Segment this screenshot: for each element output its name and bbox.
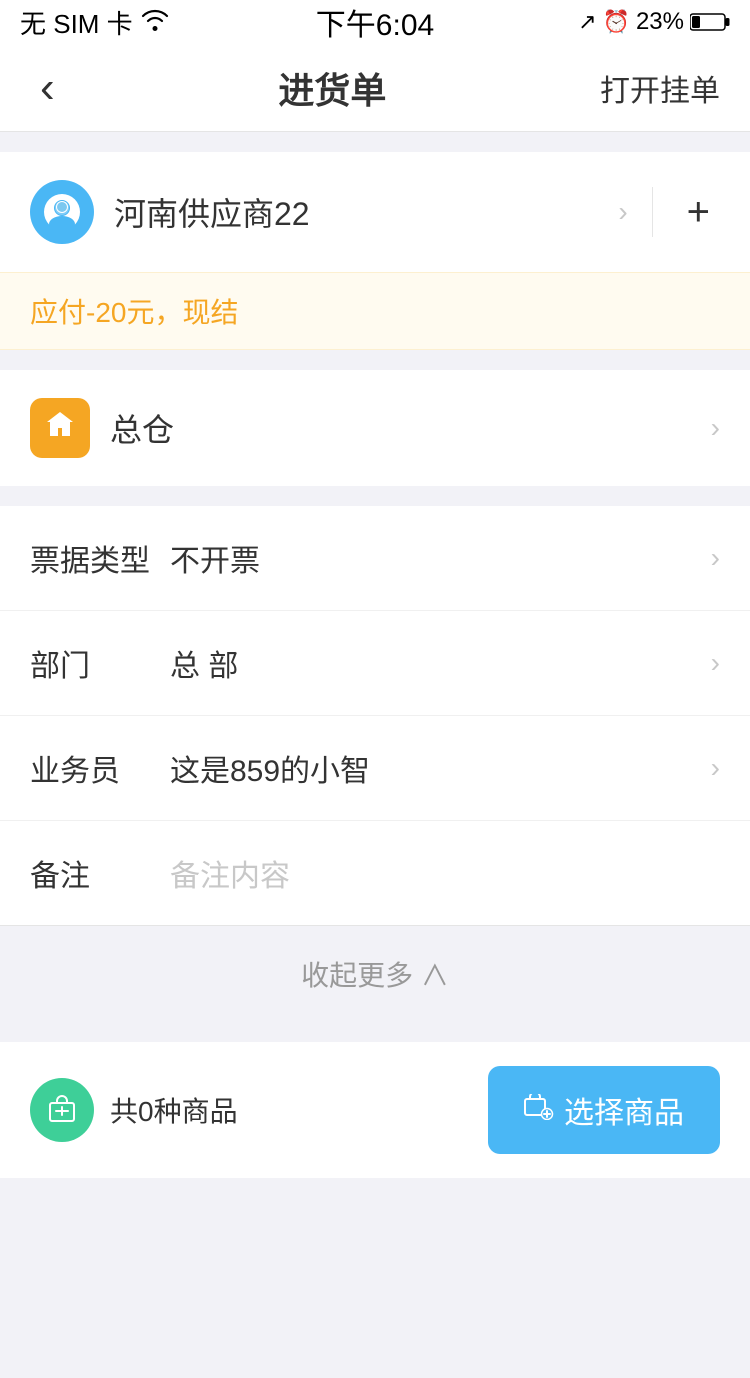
department-row[interactable]: 部门 总 部 ›	[0, 610, 750, 715]
remark-label: 备注	[30, 851, 170, 895]
department-arrow: ›	[711, 647, 720, 679]
status-bar: 无 SIM 卡 下午6:04 ↗ ⏰ 23%	[0, 0, 750, 44]
salesperson-row[interactable]: 业务员 这是859的小智 ›	[0, 715, 750, 820]
warehouse-row[interactable]: 总仓 ›	[0, 370, 750, 486]
department-label: 部门	[30, 641, 170, 685]
notice-text: 应付-20元，现结	[30, 297, 238, 328]
department-value: 总 部	[170, 641, 711, 685]
section-gap-1	[0, 132, 750, 152]
alarm-icon: ⏰	[603, 9, 630, 35]
warehouse-arrow-icon: ›	[711, 412, 720, 444]
carrier-text: 无 SIM 卡	[20, 4, 133, 41]
supplier-row[interactable]: 河南供应商22 › +	[0, 152, 750, 272]
warehouse-icon	[30, 398, 90, 458]
product-icon	[30, 1078, 94, 1142]
supplier-divider	[652, 187, 653, 237]
notice-banner: 应付-20元，现结	[0, 272, 750, 350]
supplier-avatar	[30, 180, 94, 244]
select-btn-icon	[524, 1094, 554, 1127]
invoice-type-arrow: ›	[711, 542, 720, 574]
collapse-label: 收起更多 ∧	[301, 960, 449, 991]
bottom-bar: 共0种商品 选择商品	[0, 1042, 750, 1178]
invoice-type-value: 不开票	[170, 536, 711, 580]
invoice-type-label: 票据类型	[30, 536, 170, 580]
section-gap-3	[0, 486, 750, 506]
select-product-label: 选择商品	[564, 1088, 684, 1132]
supplier-name: 河南供应商22	[114, 189, 618, 235]
open-pending-button[interactable]: 打开挂单	[600, 66, 720, 110]
page-title: 进货单	[278, 62, 386, 114]
status-left: 无 SIM 卡	[20, 4, 169, 41]
supplier-add-button[interactable]: +	[677, 190, 720, 235]
product-count-area: 共0种商品	[30, 1078, 238, 1142]
supplier-section: 河南供应商22 › + 应付-20元，现结	[0, 152, 750, 350]
collapse-button[interactable]: 收起更多 ∧	[0, 925, 750, 1022]
gps-icon: ↗	[578, 9, 596, 35]
remark-placeholder: 备注内容	[170, 851, 720, 895]
section-gap-4	[0, 1022, 750, 1042]
salesperson-label: 业务员	[30, 746, 170, 790]
warehouse-icon-glyph	[44, 408, 76, 448]
salesperson-arrow: ›	[711, 752, 720, 784]
form-section: 票据类型 不开票 › 部门 总 部 › 业务员 这是859的小智 › 备注 备注…	[0, 506, 750, 925]
wifi-icon	[141, 7, 169, 38]
supplier-arrow-icon: ›	[618, 196, 627, 228]
bottom-background	[0, 1178, 750, 1378]
product-count-text: 共0种商品	[110, 1090, 238, 1130]
avatar-inner	[44, 194, 80, 230]
warehouse-section: 总仓 ›	[0, 370, 750, 486]
invoice-type-row[interactable]: 票据类型 不开票 ›	[0, 506, 750, 610]
battery-icon	[690, 12, 730, 32]
nav-bar: ‹ 进货单 打开挂单	[0, 44, 750, 132]
status-time: 下午6:04	[316, 0, 434, 44]
remark-row[interactable]: 备注 备注内容	[0, 820, 750, 925]
warehouse-name: 总仓	[110, 405, 711, 451]
battery-text: 23%	[636, 8, 684, 36]
salesperson-value: 这是859的小智	[170, 746, 711, 790]
back-button[interactable]: ‹	[30, 53, 65, 123]
status-right: ↗ ⏰ 23%	[578, 8, 730, 36]
section-gap-2	[0, 350, 750, 370]
select-product-button[interactable]: 选择商品	[488, 1066, 720, 1154]
